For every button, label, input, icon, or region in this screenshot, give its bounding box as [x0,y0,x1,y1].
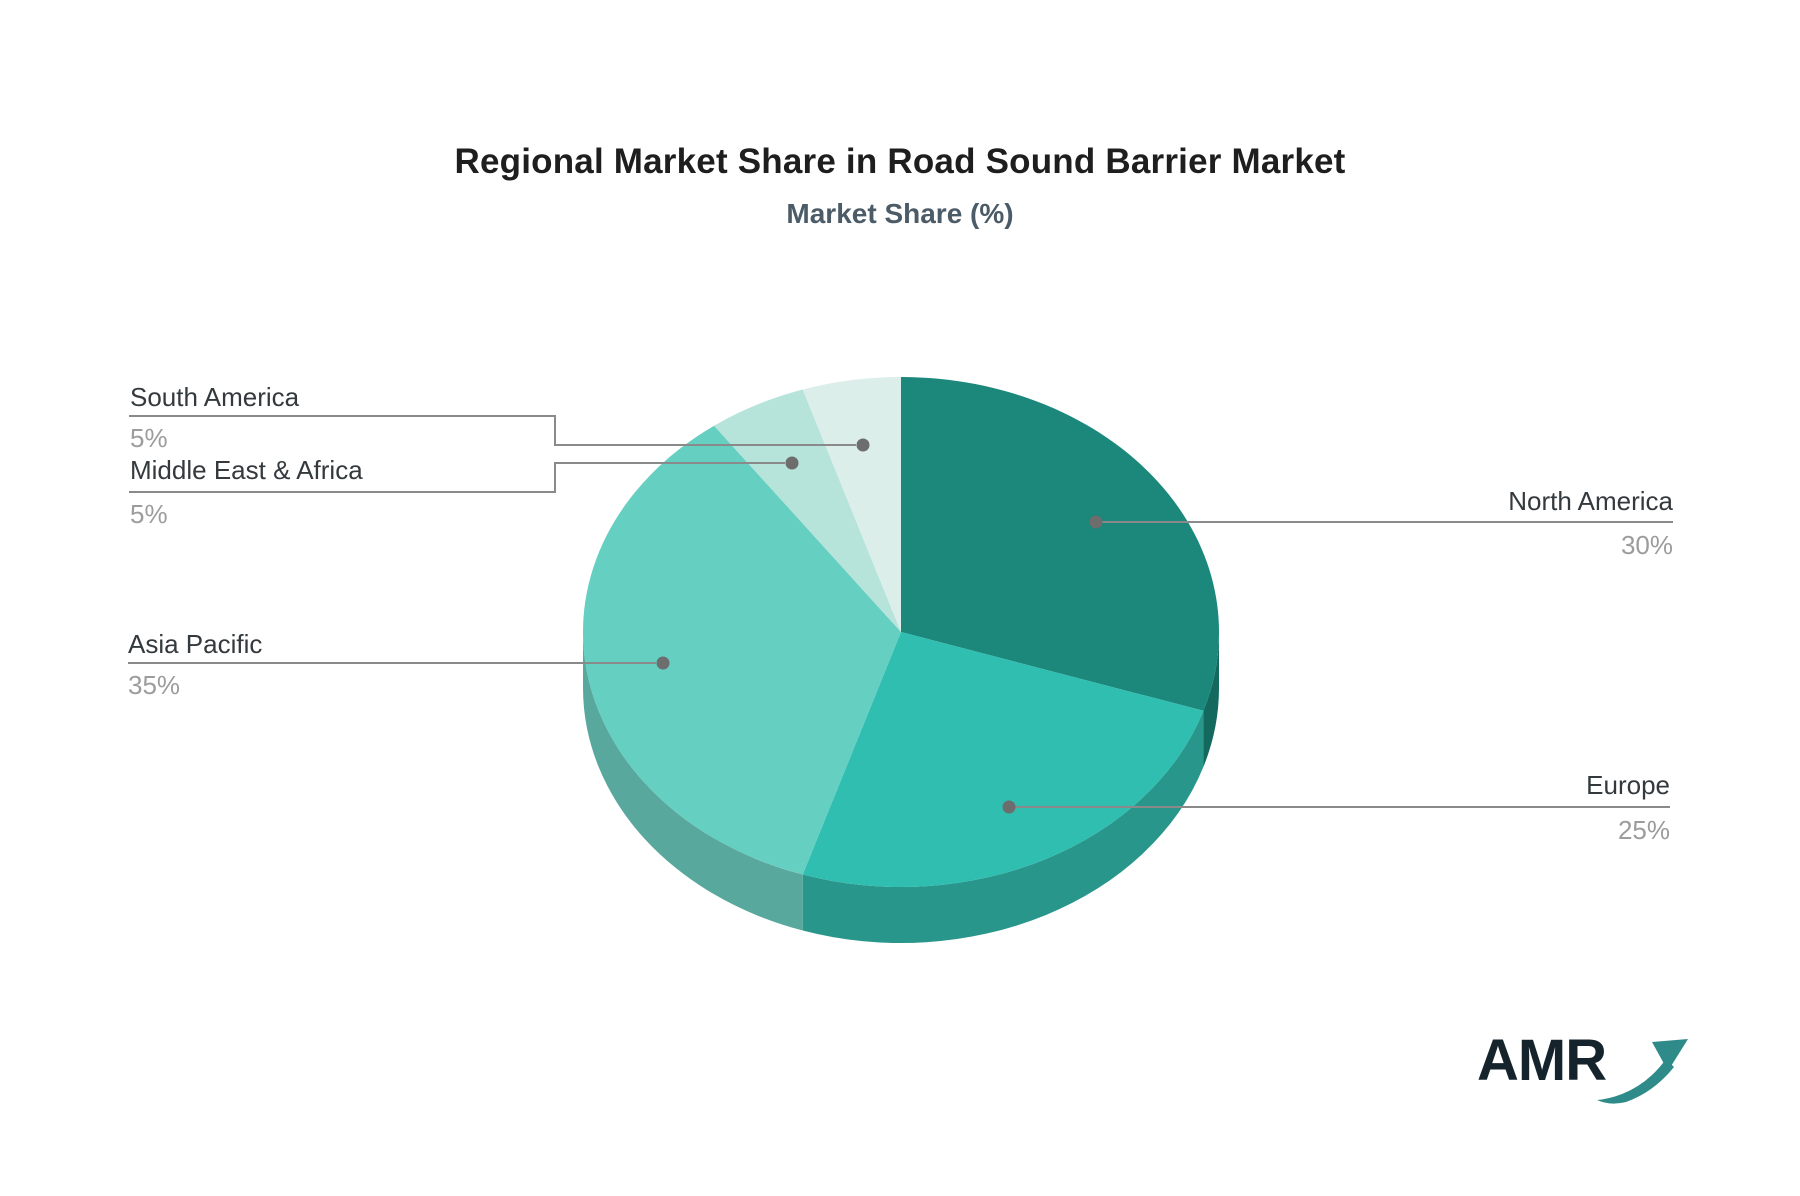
pct-north-america: 30% [1620,530,1673,560]
pct-asia-pacific: 35% [128,670,181,700]
leader-dot-middle-east-africa [785,456,799,470]
leader-dot-asia-pacific [656,656,670,670]
amr-logo: AMR [1477,1028,1688,1122]
label-asia-pacific: Asia Pacific [128,629,263,659]
label-middle-east-africa: Middle East & Africa [130,455,363,485]
pct-middle-east-africa: 5% [130,499,168,529]
amr-logo-arrow-icon [1597,1039,1688,1104]
amr-logo-text: AMR [1477,1028,1607,1093]
pie-chart-svg [128,377,1673,944]
label-north-america: North America [1508,486,1673,516]
pct-europe: 25% [1617,815,1670,845]
label-south-america: South America [130,382,300,412]
leader-dot-north-america [1089,515,1103,529]
leader-dot-europe [1002,800,1016,814]
label-europe: Europe [1586,770,1670,800]
pct-south-america: 5% [130,423,168,453]
chart-canvas: Regional Market Share in Road Sound Barr… [0,0,1800,1196]
leader-dot-south-america [856,438,870,452]
